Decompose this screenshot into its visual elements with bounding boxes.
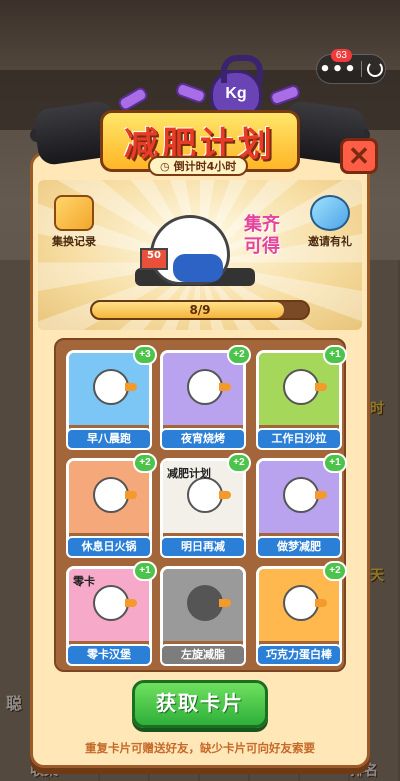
duck-character-icon [93,585,137,621]
duck-character-icon [187,477,231,513]
card-artwork [163,353,243,425]
progress-text: 8/9 [189,303,211,317]
handshake-icon [310,195,350,231]
collection-card[interactable]: 巧克力蛋白棒 +2 [256,561,347,666]
card-count-badge: +1 [323,345,347,365]
duck-character-icon [187,585,231,621]
duck-character-icon [283,477,327,513]
card-label: 明日再减 [160,536,246,558]
collect-text-line1: 集齐 [244,214,280,235]
duck-character-icon [283,369,327,405]
card-label: 做梦减肥 [256,536,342,558]
invite-reward-label: 邀请有礼 [308,235,352,248]
card-artwork [259,461,339,533]
card-art-text: 减肥计划 [167,467,211,480]
card-art-text: 零卡 [73,575,95,588]
card-artwork [69,461,149,533]
collection-card[interactable]: 零卡零卡汉堡 +1 [66,561,157,666]
close-button[interactable]: ✕ [340,138,378,174]
collect-text-line2: 可得 [244,236,280,257]
exchange-record-button[interactable]: 集换记录 [46,195,102,249]
card-artwork: 零卡 [69,569,149,641]
clock-icon: ◷ [160,159,170,173]
scale-icon: 50 [140,248,168,270]
invite-reward-button[interactable]: 邀请有礼 [302,195,358,249]
collection-card[interactable]: 减肥计划明日再减 +2 [160,453,251,558]
duck-character-icon [93,477,137,513]
collection-progress-bar: 8/9 [90,300,310,320]
card-artwork: 减肥计划 [163,461,243,533]
card-stack-icon [54,195,94,231]
card-artwork [259,569,339,641]
card-label: 夜宵烧烤 [160,428,246,450]
card-label: 工作日沙拉 [256,428,342,450]
collect-reward-text: 集齐 可得 [232,214,292,258]
card-count-badge: +2 [227,345,251,365]
collection-card[interactable]: 夜宵烧烤 +2 [160,345,251,450]
card-count-badge: +1 [323,453,347,473]
capsule-divider [361,61,363,77]
card-count-badge: +2 [227,453,251,473]
card-label: 巧克力蛋白棒 [256,644,342,666]
notification-badge: 63 [330,49,352,62]
card-count-badge: +2 [133,453,157,473]
countdown-text: 倒计时4小时 [173,160,237,173]
collection-card[interactable]: 早八晨跑 +3 [66,345,157,450]
collection-card[interactable]: 休息日火锅 +2 [66,453,157,558]
card-label: 休息日火锅 [66,536,152,558]
countdown-badge: ◷ 倒计时4小时 [148,156,249,176]
card-count-badge: +2 [323,561,347,581]
duck-character-icon [93,369,137,405]
collection-card[interactable]: 工作日沙拉 +1 [256,345,347,450]
card-count-badge: +3 [133,345,157,365]
hint-text: 重复卡片可赠送好友，缺少卡片可向好友索要 [85,741,315,755]
card-label: 早八晨跑 [66,428,152,450]
duck-character-icon [187,369,231,405]
card-label: 左旋减脂 [160,644,246,666]
get-cards-button[interactable]: 获取卡片 [132,680,268,728]
collection-card[interactable]: 左旋减脂 [160,566,246,666]
card-label: 零卡汉堡 [66,644,152,666]
card-artwork [69,353,149,425]
collection-card[interactable]: 做梦减肥 +1 [256,453,347,558]
card-count-badge: +1 [133,561,157,581]
mascot-shirt [173,254,223,282]
exchange-record-label: 集换记录 [52,235,96,248]
card-artwork [163,569,243,641]
duck-character-icon [283,585,327,621]
card-artwork [259,353,339,425]
close-miniprogram-icon[interactable] [366,61,383,77]
